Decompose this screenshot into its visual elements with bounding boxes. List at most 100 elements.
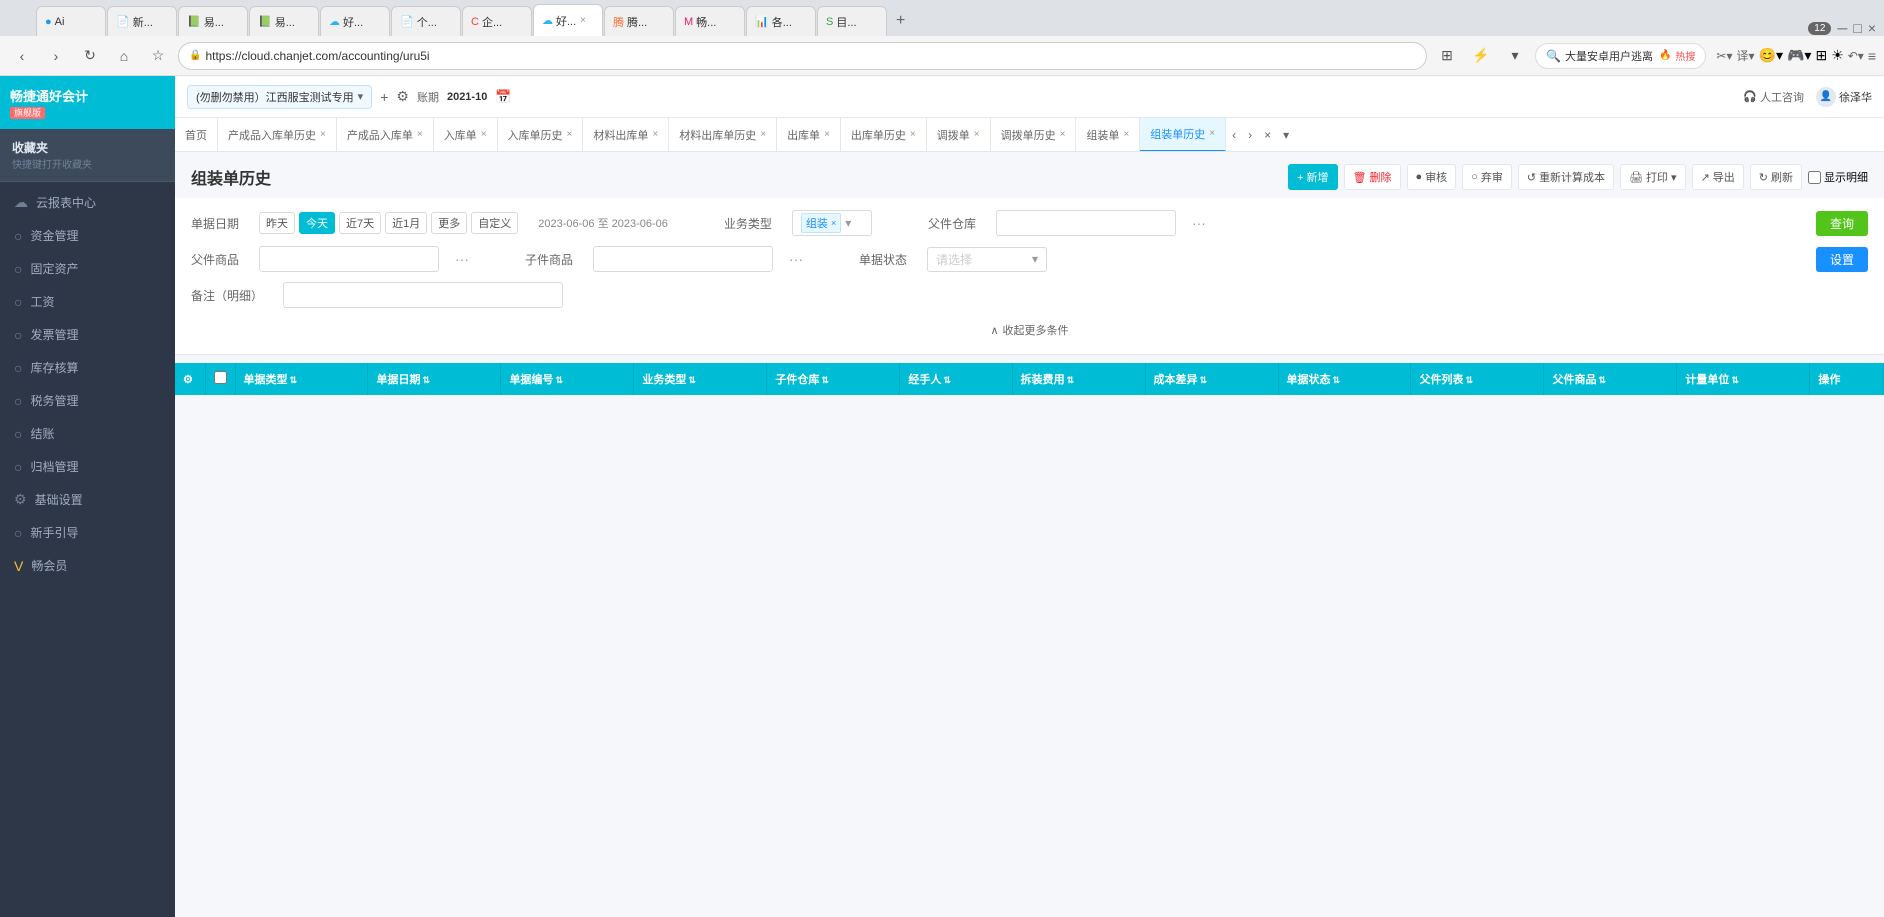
tab-close-outbound-history[interactable]: × xyxy=(910,129,916,140)
new-tab-btn[interactable]: + xyxy=(888,6,913,36)
sort-fee-icon[interactable]: ⇅ xyxy=(1067,375,1075,385)
dropdown-btn[interactable]: ▾ xyxy=(1501,42,1529,70)
company-selector[interactable]: (勿删勿禁用）江西服宝测试专用 ▾ xyxy=(187,85,372,109)
browser-tab-4[interactable]: 📗易... xyxy=(249,6,319,36)
browser-tab-2[interactable]: 📄新... xyxy=(107,6,177,36)
sort-parent-goods-icon[interactable]: ⇅ xyxy=(1598,375,1606,385)
table-settings-col[interactable]: ⚙ xyxy=(175,363,205,395)
calendar-icon[interactable]: 📅 xyxy=(495,89,511,105)
sidebar-item-inventory[interactable]: ○ 库存核算 xyxy=(0,351,175,384)
tab-material-outbound-history[interactable]: 材料出库单历史 × xyxy=(669,118,777,152)
collapse-filters-btn[interactable]: ∧ 收起更多条件 xyxy=(191,318,1868,342)
tab-8-close[interactable]: × xyxy=(580,15,586,26)
sidebar-item-archive[interactable]: ○ 归档管理 xyxy=(0,450,175,483)
print-btn[interactable]: 🖨 打印 ▾ xyxy=(1620,164,1686,190)
browser-tab-3[interactable]: 📗易... xyxy=(178,6,248,36)
user-btn[interactable]: 👤 徐泽华 xyxy=(1816,87,1872,107)
tab-close-assembly-history[interactable]: × xyxy=(1209,128,1215,139)
sidebar-item-capital[interactable]: ○ 资金管理 xyxy=(0,219,175,252)
review-btn[interactable]: ● 审核 xyxy=(1407,164,1457,190)
tab-close-all[interactable]: × xyxy=(1258,128,1277,142)
tab-material-outbound[interactable]: 材料出库单 × xyxy=(583,118,669,152)
sort-date-icon[interactable]: ⇅ xyxy=(422,375,430,385)
sun-btn[interactable]: ☀ xyxy=(1831,47,1844,64)
query-btn[interactable]: 查询 xyxy=(1816,211,1868,236)
tab-close-transfer[interactable]: × xyxy=(974,129,980,140)
delete-btn[interactable]: 🗑 删除 xyxy=(1344,164,1401,190)
sidebar-item-invoice[interactable]: ○ 发票管理 xyxy=(0,318,175,351)
tab-close-material-outbound[interactable]: × xyxy=(652,129,658,140)
refresh-browser-btn[interactable]: ↻ xyxy=(76,42,104,70)
export-btn[interactable]: ↗ 导出 xyxy=(1692,164,1744,190)
service-btn[interactable]: 🎧 人工咨询 xyxy=(1743,89,1804,105)
parent-goods-dots[interactable]: ··· xyxy=(455,251,469,267)
close-window-btn[interactable]: × xyxy=(1868,20,1876,36)
undo-btn[interactable]: ↶▾ xyxy=(1848,49,1864,63)
date-custom-btn[interactable]: 自定义 xyxy=(471,212,518,234)
tab-inbound-history[interactable]: 入库单历史 × xyxy=(498,118,584,152)
sidebar-item-reports[interactable]: ☁ 云报表中心 xyxy=(0,186,175,219)
browser-tab-5[interactable]: ☁好... xyxy=(320,6,390,36)
tab-outbound[interactable]: 出库单 × xyxy=(777,118,841,152)
company-settings-btn[interactable]: ⚙ xyxy=(396,88,409,105)
tab-assembly-history[interactable]: 组装单历史 × xyxy=(1140,118,1226,152)
child-goods-dots[interactable]: ··· xyxy=(789,251,803,267)
show-detail-checkbox-label[interactable]: 显示明细 xyxy=(1808,169,1868,185)
sidebar-item-settlement[interactable]: ○ 结账 xyxy=(0,417,175,450)
back-btn[interactable]: ‹ xyxy=(8,42,36,70)
tab-close-outbound[interactable]: × xyxy=(824,129,830,140)
tab-inbound[interactable]: 入库单 × xyxy=(434,118,498,152)
tab-close-assembly[interactable]: × xyxy=(1123,129,1129,140)
sidebar-item-assets[interactable]: ○ 固定资产 xyxy=(0,252,175,285)
tab-close-product-inbound[interactable]: × xyxy=(417,129,423,140)
settings-btn-action[interactable]: 设置 xyxy=(1816,247,1868,272)
sort-child-wh-icon[interactable]: ⇅ xyxy=(821,375,829,385)
grid-btn[interactable]: ⊞ xyxy=(1815,47,1827,64)
home-btn[interactable]: ⌂ xyxy=(110,42,138,70)
browser-tab-9[interactable]: 腾腾... xyxy=(604,6,674,36)
select-all-checkbox[interactable] xyxy=(214,371,227,384)
browser-tab-12[interactable]: S目... xyxy=(817,6,887,36)
browser-tab-11[interactable]: 📊各... xyxy=(746,6,816,36)
maximize-btn[interactable]: □ xyxy=(1853,20,1861,36)
new-btn[interactable]: + 新增 xyxy=(1288,164,1337,190)
sort-unit-icon[interactable]: ⇅ xyxy=(1731,375,1739,385)
browser-tab-8-active[interactable]: ☁好... × xyxy=(533,4,603,36)
child-goods-input[interactable] xyxy=(593,246,773,272)
biz-type-tag-close[interactable]: × xyxy=(831,218,836,228)
tab-assembly[interactable]: 组装单 × xyxy=(1076,118,1140,152)
tab-home[interactable]: 首页 xyxy=(175,118,218,152)
qr-btn[interactable]: ⊞ xyxy=(1433,42,1461,70)
sort-type-icon[interactable]: ⇅ xyxy=(290,375,298,385)
abandon-btn[interactable]: ○ 弃审 xyxy=(1462,164,1512,190)
note-input[interactable] xyxy=(283,282,563,308)
sort-number-icon[interactable]: ⇅ xyxy=(555,375,563,385)
browser-tab-7[interactable]: C企... xyxy=(462,6,532,36)
browser-tab-10[interactable]: M畅... xyxy=(675,6,745,36)
tab-close-inbound-history[interactable]: × xyxy=(567,129,573,140)
tab-close-inbound[interactable]: × xyxy=(481,129,487,140)
date-1month-btn[interactable]: 近1月 xyxy=(385,212,427,234)
sort-handler-icon[interactable]: ⇅ xyxy=(943,375,951,385)
emoji-btn[interactable]: 😊▾ xyxy=(1759,47,1783,64)
bookmark-btn[interactable]: ☆ xyxy=(144,42,172,70)
biz-type-dropdown[interactable]: ▾ xyxy=(845,216,851,230)
tab-close-transfer-history[interactable]: × xyxy=(1060,129,1066,140)
lightning-btn[interactable]: ⚡ xyxy=(1467,42,1495,70)
parent-goods-input[interactable] xyxy=(259,246,439,272)
parent-warehouse-input[interactable] xyxy=(996,210,1176,236)
date-today-btn[interactable]: 今天 xyxy=(299,212,335,234)
table-checkbox-col[interactable] xyxy=(205,363,235,395)
tab-outbound-history[interactable]: 出库单历史 × xyxy=(841,118,927,152)
tab-close-material-outbound-history[interactable]: × xyxy=(760,129,766,140)
favorites-section[interactable]: 收藏夹 快捷键打开收藏夹 xyxy=(0,129,175,181)
sidebar-item-guide[interactable]: ○ 新手引导 xyxy=(0,516,175,549)
date-yesterday-btn[interactable]: 昨天 xyxy=(259,212,295,234)
refresh-btn[interactable]: ↻ 刷新 xyxy=(1750,164,1802,190)
minimize-btn[interactable]: ─ xyxy=(1837,20,1847,36)
sort-cost-icon[interactable]: ⇅ xyxy=(1200,375,1208,385)
show-detail-checkbox[interactable] xyxy=(1808,171,1821,184)
sidebar-item-salary[interactable]: ○ 工资 xyxy=(0,285,175,318)
sidebar-item-member[interactable]: V 畅会员 xyxy=(0,549,175,582)
sort-status-icon[interactable]: ⇅ xyxy=(1333,375,1341,385)
